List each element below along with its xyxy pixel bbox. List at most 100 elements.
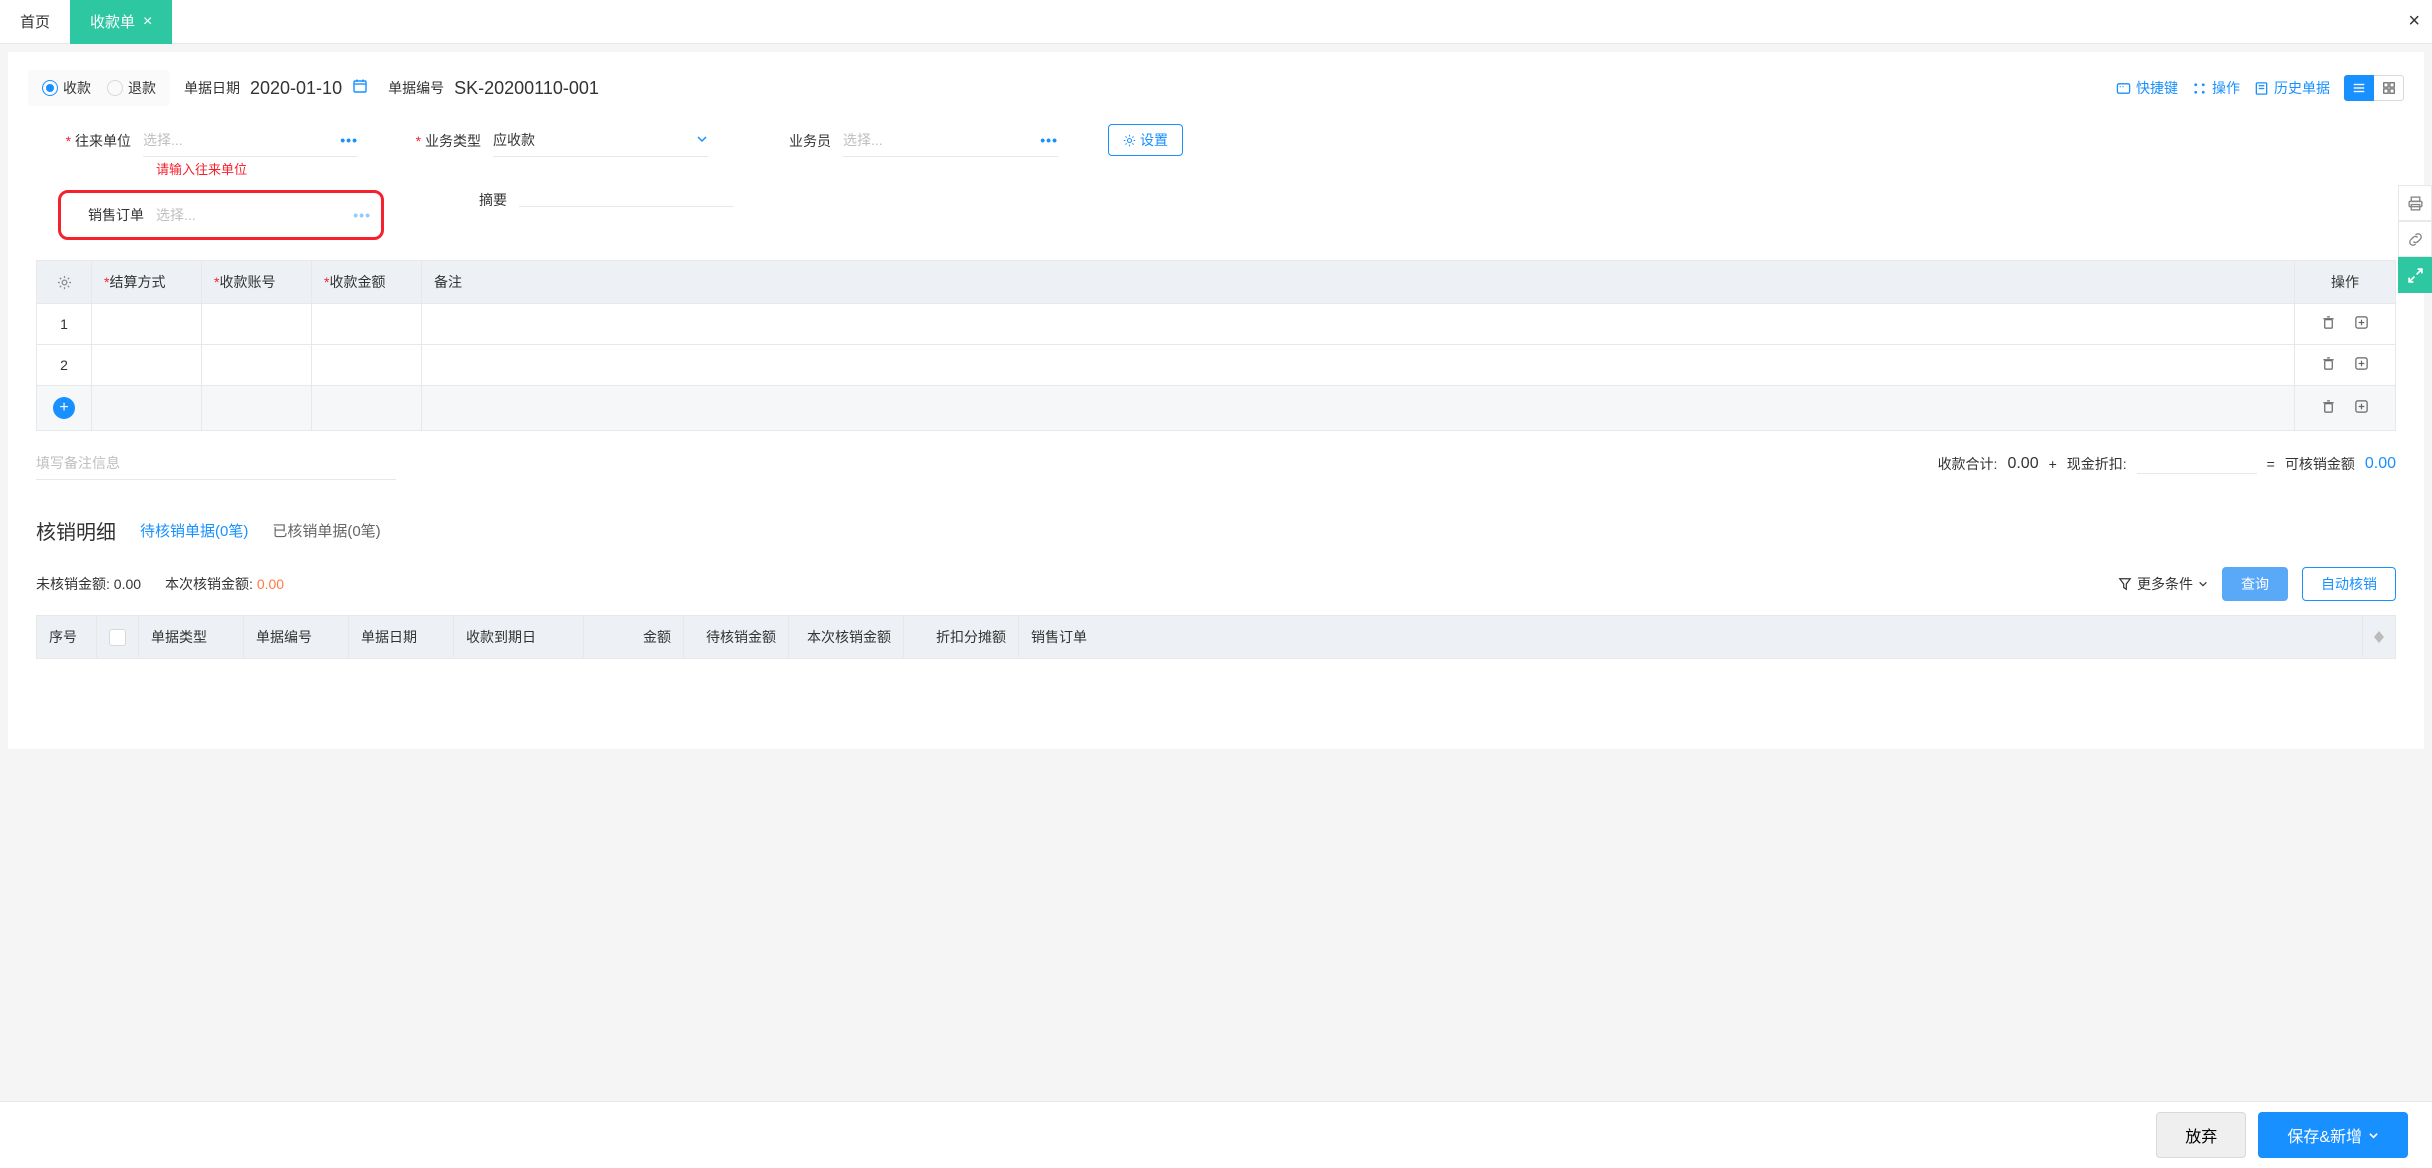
tab-receipt[interactable]: 收款单 × [70,0,172,44]
biz-type-select[interactable]: 应收款 [493,124,708,157]
vt-verify: 本次核销金额 [789,616,904,658]
pending-amount-value: 0.00 [114,576,141,592]
side-icons [2398,185,2432,293]
bill-date-label: 单据日期 [184,78,240,98]
add-row-button[interactable]: + [37,386,92,430]
cell-action [2295,345,2395,385]
tab-home[interactable]: 首页 [0,0,70,44]
vt-date: 单据日期 [349,616,454,658]
sales-order-input[interactable]: 选择... ••• [156,199,371,231]
more-conditions-button[interactable]: 更多条件 [2118,574,2208,594]
main-panel: 收款 退款 单据日期 2020-01-10 单据编号 SK-20200110-0… [8,52,2424,749]
discount-input[interactable] [2137,454,2257,474]
type-radio-group: 收款 退款 [28,70,170,106]
biz-type-label: 业务类型 [408,131,493,151]
view-toggle [2344,75,2404,101]
vt-discount: 折扣分摊额 [904,616,1019,658]
radio-receive[interactable]: 收款 [42,78,91,98]
side-print-icon[interactable] [2398,185,2432,221]
bill-number-value: SK-20200110-001 [454,78,599,99]
vt-idx: 序号 [37,616,97,658]
cell-remark[interactable] [422,345,2295,385]
thistime-amount-value: 0.00 [257,576,284,592]
vt-amt: 金额 [584,616,684,658]
view-grid-button[interactable] [2374,75,2404,101]
payment-table: 结算方式 收款账号 收款金额 备注 操作 1 2 [36,260,2396,431]
cell-amount[interactable] [312,304,422,344]
th-settle: 结算方式 [92,261,202,303]
bill-remark-input[interactable]: 填写备注信息 [36,447,396,480]
tab-verified[interactable]: 已核销单据(0笔) [272,520,380,541]
cell-settle[interactable] [92,304,202,344]
delete-icon[interactable] [2321,399,2336,417]
plus-sign: + [2049,456,2057,472]
partner-error: 请输入往来单位 [58,159,358,178]
verify-toolbar: 未核销金额: 0.00 本次核销金额: 0.00 更多条件 查询 自动核销 [36,567,2396,601]
vt-due: 收款到期日 [454,616,584,658]
verification-title: 核销明细 [36,516,116,545]
history-button[interactable]: 历史单据 [2254,78,2330,98]
add-row-icon[interactable] [2354,399,2369,417]
sort-icon[interactable] [2363,616,2395,658]
verify-table: 序号 单据类型 单据编号 单据日期 收款到期日 金额 待核销金额 本次核销金额 … [36,615,2396,659]
view-list-button[interactable] [2344,75,2374,101]
shortcut-button[interactable]: 快捷键 [2116,78,2178,98]
calendar-icon[interactable] [352,78,368,99]
delete-icon[interactable] [2321,315,2336,333]
sales-order-highlight: 销售订单 选择... ••• [58,190,384,240]
more-icon[interactable]: ••• [1040,132,1058,148]
add-row-icon[interactable] [2354,315,2369,333]
discount-label: 现金折扣: [2067,454,2127,474]
summary-row: 填写备注信息 收款合计: 0.00 + 现金折扣: = 可核销金额 0.00 [8,431,2424,496]
bill-number-label: 单据编号 [388,78,444,98]
settings-column[interactable] [37,261,92,303]
sales-field: 业务员 选择... ••• [758,124,1058,157]
tab-receipt-label: 收款单 [90,11,135,32]
th-remark: 备注 [422,261,2295,303]
vt-order: 销售订单 [1019,616,2363,658]
query-button[interactable]: 查询 [2222,567,2288,601]
pending-amount-label: 未核销金额: [36,576,110,592]
cell-action [2295,386,2395,430]
side-link-icon[interactable] [2398,221,2432,257]
more-icon[interactable]: ••• [353,207,371,223]
operation-button[interactable]: 操作 [2192,78,2240,98]
row-index: 2 [37,345,92,385]
settings-button[interactable]: 设置 [1108,124,1183,156]
vt-type: 单据类型 [139,616,244,658]
th-account: 收款账号 [202,261,312,303]
th-amount: 收款金额 [312,261,422,303]
verify-table-header: 序号 单据类型 单据编号 单据日期 收款到期日 金额 待核销金额 本次核销金额 … [37,616,2395,658]
cell-remark[interactable] [422,304,2295,344]
radio-icon [42,80,58,96]
add-row-icon[interactable] [2354,356,2369,374]
bill-date-value[interactable]: 2020-01-10 [250,78,342,99]
summary-label: 摘要 [434,190,519,210]
delete-icon[interactable] [2321,356,2336,374]
verification-header: 核销明细 待核销单据(0笔) 已核销单据(0笔) [36,516,2396,545]
tab-pending[interactable]: 待核销单据(0笔) [140,520,248,541]
bill-number-field: 单据编号 SK-20200110-001 [388,78,599,99]
summary-input[interactable] [519,194,734,207]
verification-section: 核销明细 待核销单据(0笔) 已核销单据(0笔) 未核销金额: 0.00 本次核… [8,496,2424,679]
cell-account[interactable] [202,304,312,344]
cancel-button[interactable]: 放弃 [2156,1112,2246,1158]
cell-action [2295,304,2395,344]
auto-verify-button[interactable]: 自动核销 [2302,567,2396,601]
table-header: 结算方式 收款账号 收款金额 备注 操作 [37,261,2395,303]
save-new-button[interactable]: 保存&新增 [2258,1112,2408,1158]
radio-refund-label: 退款 [128,78,156,98]
close-icon[interactable]: × [143,13,152,31]
partner-input[interactable]: 选择... ••• [143,124,358,157]
sales-input[interactable]: 选择... ••• [843,124,1058,157]
more-icon[interactable]: ••• [340,132,358,148]
vt-pending: 待核销金额 [684,616,789,658]
vt-checkbox-all[interactable] [97,616,139,658]
radio-refund[interactable]: 退款 [107,78,156,98]
cell-account[interactable] [202,345,312,385]
top-bar-actions: 快捷键 操作 历史单据 [2116,75,2404,101]
cell-settle[interactable] [92,345,202,385]
close-all-icon[interactable]: × [2408,10,2420,33]
side-expand-icon[interactable] [2398,257,2432,293]
cell-amount[interactable] [312,345,422,385]
